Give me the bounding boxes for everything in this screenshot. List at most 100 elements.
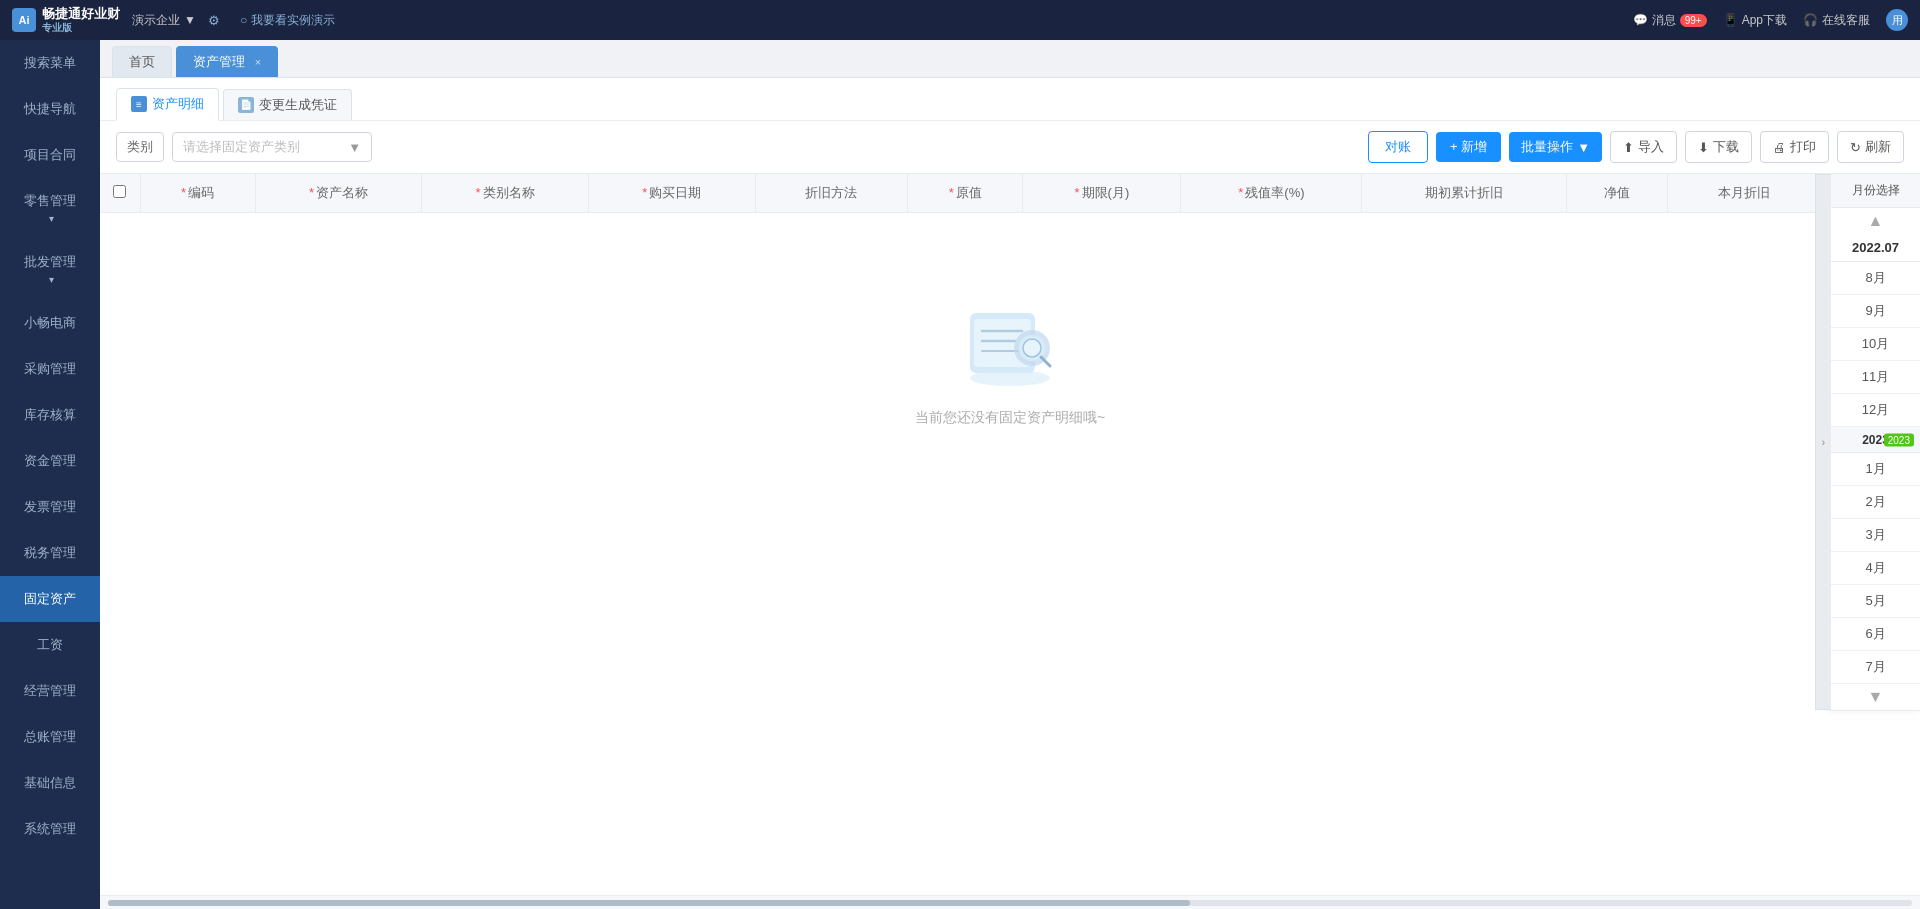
category-filter-label[interactable]: 类别	[116, 132, 164, 162]
company-selector[interactable]: 演示企业 ▼	[132, 12, 196, 29]
sidebar-item-system[interactable]: 系统管理	[0, 806, 100, 852]
month-item-2023-03[interactable]: 3月	[1831, 519, 1920, 552]
empty-illustration	[950, 293, 1070, 393]
sidebar-item-invoice[interactable]: 发票管理	[0, 484, 100, 530]
month-picker-up-btn[interactable]: ▲	[1831, 208, 1920, 234]
sidebar-item-management[interactable]: 经营管理	[0, 668, 100, 714]
sidebar-item-salary[interactable]: 工资	[0, 622, 100, 668]
sidebar-item-finance[interactable]: 资金管理	[0, 438, 100, 484]
tab-asset-management[interactable]: 资产管理 ×	[176, 46, 278, 77]
sub-tab-bar: ≡ 资产明细 📄 变更生成凭证	[100, 78, 1920, 121]
headset-icon: 🎧	[1803, 13, 1818, 27]
inner-content: ≡ 资产明细 📄 变更生成凭证 类别 请选择固定资产类别 ▼ 对账	[100, 78, 1920, 909]
th-checkbox	[100, 174, 140, 213]
chevron-down-icon: ▼	[1868, 688, 1884, 705]
online-service-btn[interactable]: 🎧 在线客服	[1803, 12, 1870, 29]
th-name: *资产名称	[255, 174, 422, 213]
logo-text: 畅捷通好业财 专业版	[42, 7, 120, 32]
batch-button[interactable]: 批量操作 ▼	[1509, 132, 1602, 162]
table-container: *编码 *资产名称 *类别名称 *购买日期 折旧方法 *原值 *期限(月) *残…	[100, 174, 1920, 895]
download-icon: ⬇	[1698, 140, 1709, 155]
sub-tab-asset-detail[interactable]: ≡ 资产明细	[116, 88, 219, 121]
sidebar-item-purchase[interactable]: 采购管理	[0, 346, 100, 392]
duizhang-button[interactable]: 对账	[1368, 131, 1428, 163]
table-section: *编码 *资产名称 *类别名称 *购买日期 折旧方法 *原值 *期限(月) *残…	[100, 174, 1920, 895]
month-picker-collapse-btn[interactable]: ›	[1815, 174, 1831, 710]
chevron-down-icon: ▼	[184, 13, 196, 27]
empty-state: 当前您还没有固定资产明细哦~	[100, 213, 1920, 507]
assets-table: *编码 *资产名称 *类别名称 *购买日期 折旧方法 *原值 *期限(月) *残…	[100, 174, 1920, 507]
refresh-button[interactable]: ↻ 刷新	[1837, 131, 1904, 163]
content-area: 首页 资产管理 × ≡ 资产明细 📄 变更生成凭证	[100, 40, 1920, 909]
month-picker-header: 月份选择	[1831, 174, 1920, 208]
top-bar-right: 💬 消息 99+ 📱 App下载 🎧 在线客服 用	[1633, 9, 1908, 31]
month-item-2023-01[interactable]: 1月	[1831, 453, 1920, 486]
settings-icon[interactable]: ⚙	[208, 13, 220, 28]
app-logo: Ai 畅捷通好业财 专业版	[12, 7, 120, 32]
month-item-2022-11[interactable]: 11月	[1831, 361, 1920, 394]
scrollbar-thumb[interactable]	[108, 900, 1190, 906]
month-item-2022-12[interactable]: 12月	[1831, 394, 1920, 427]
main-layout: 搜索菜单 快捷导航 项目合同 零售管理 ▾ 批发管理 ▾ 小畅电商 采购管理 库…	[0, 40, 1920, 909]
print-button[interactable]: 🖨 打印	[1760, 131, 1829, 163]
chevron-down-icon: ▾	[49, 213, 54, 224]
sidebar-item-inventory[interactable]: 库存核算	[0, 392, 100, 438]
sidebar-item-tax[interactable]: 税务管理	[0, 530, 100, 576]
svg-point-8	[1023, 339, 1041, 357]
user-avatar[interactable]: 用	[1886, 9, 1908, 31]
sidebar: 搜索菜单 快捷导航 项目合同 零售管理 ▾ 批发管理 ▾ 小畅电商 采购管理 库…	[0, 40, 100, 909]
sidebar-item-retail[interactable]: 零售管理 ▾	[0, 178, 100, 239]
app-download-btn[interactable]: 📱 App下载	[1723, 12, 1787, 29]
chevron-down-icon: ▾	[49, 274, 54, 285]
toolbar: 类别 请选择固定资产类别 ▼ 对账 + 新增 批量操作 ▼ ⬆ 导入	[100, 121, 1920, 174]
tab-home[interactable]: 首页	[112, 46, 172, 77]
chevron-up-icon: ▲	[1868, 212, 1884, 229]
add-button[interactable]: + 新增	[1436, 132, 1501, 162]
th-monthly-dep: 本月折旧	[1667, 174, 1820, 213]
month-item-2022-10[interactable]: 10月	[1831, 328, 1920, 361]
import-button[interactable]: ⬆ 导入	[1610, 131, 1677, 163]
download-button[interactable]: ⬇ 下载	[1685, 131, 1752, 163]
th-original-value: *原值	[908, 174, 1023, 213]
sidebar-item-fixed-assets[interactable]: 固定资产	[0, 576, 100, 622]
th-depreciation-method: 折旧方法	[755, 174, 908, 213]
sidebar-item-basic-info[interactable]: 基础信息	[0, 760, 100, 806]
sidebar-item-search[interactable]: 搜索菜单	[0, 40, 100, 86]
th-code: *编码	[140, 174, 255, 213]
sidebar-item-project[interactable]: 项目合同	[0, 132, 100, 178]
sub-tab-change-voucher[interactable]: 📄 变更生成凭证	[223, 89, 352, 120]
logo-icon: Ai	[12, 8, 36, 32]
month-item-2023-06[interactable]: 6月	[1831, 618, 1920, 651]
message-btn[interactable]: 💬 消息 99+	[1633, 12, 1707, 29]
tab-close-icon[interactable]: ×	[255, 56, 261, 68]
import-icon: ⬆	[1623, 140, 1634, 155]
th-residual-rate: *残值率(%)	[1181, 174, 1362, 213]
month-picker-panel: › 月份选择 ▲ 2022.07 8月 9月 10月 11月 12月	[1830, 174, 1920, 711]
chevron-right-icon: ›	[1822, 437, 1825, 448]
month-item-2023-07[interactable]: 7月	[1831, 651, 1920, 684]
sidebar-item-ledger[interactable]: 总账管理	[0, 714, 100, 760]
year-2023-label: 2023 2023	[1831, 427, 1920, 453]
avatar: 用	[1886, 9, 1908, 31]
month-item-2023-05[interactable]: 5月	[1831, 585, 1920, 618]
empty-row: 当前您还没有固定资产明细哦~	[100, 213, 1920, 508]
sidebar-item-wholesale[interactable]: 批发管理 ▾	[0, 239, 100, 300]
table-header-row: *编码 *资产名称 *类别名称 *购买日期 折旧方法 *原值 *期限(月) *残…	[100, 174, 1920, 213]
th-net-value: 净值	[1566, 174, 1667, 213]
sidebar-item-ecommerce[interactable]: 小畅电商	[0, 300, 100, 346]
month-picker-down-btn[interactable]: ▼	[1831, 684, 1920, 710]
sidebar-item-quick-nav[interactable]: 快捷导航	[0, 86, 100, 132]
demo-link[interactable]: ○ 我要看实例演示	[240, 12, 335, 29]
chevron-down-icon: ▼	[1577, 140, 1590, 155]
table-body: 当前您还没有固定资产明细哦~	[100, 213, 1920, 508]
month-item-2023-04[interactable]: 4月	[1831, 552, 1920, 585]
select-all-checkbox[interactable]	[113, 185, 126, 198]
month-item-2023-02[interactable]: 2月	[1831, 486, 1920, 519]
scrollbar-track[interactable]	[108, 900, 1912, 906]
refresh-icon: ↻	[1850, 140, 1861, 155]
year-2022-label: 2022.07	[1831, 234, 1920, 262]
top-bar: Ai 畅捷通好业财 专业版 演示企业 ▼ ⚙ ○ 我要看实例演示 💬 消息 99…	[0, 0, 1920, 40]
month-item-2022-08[interactable]: 8月	[1831, 262, 1920, 295]
month-item-2022-09[interactable]: 9月	[1831, 295, 1920, 328]
category-filter-select[interactable]: 请选择固定资产类别 ▼	[172, 132, 372, 162]
